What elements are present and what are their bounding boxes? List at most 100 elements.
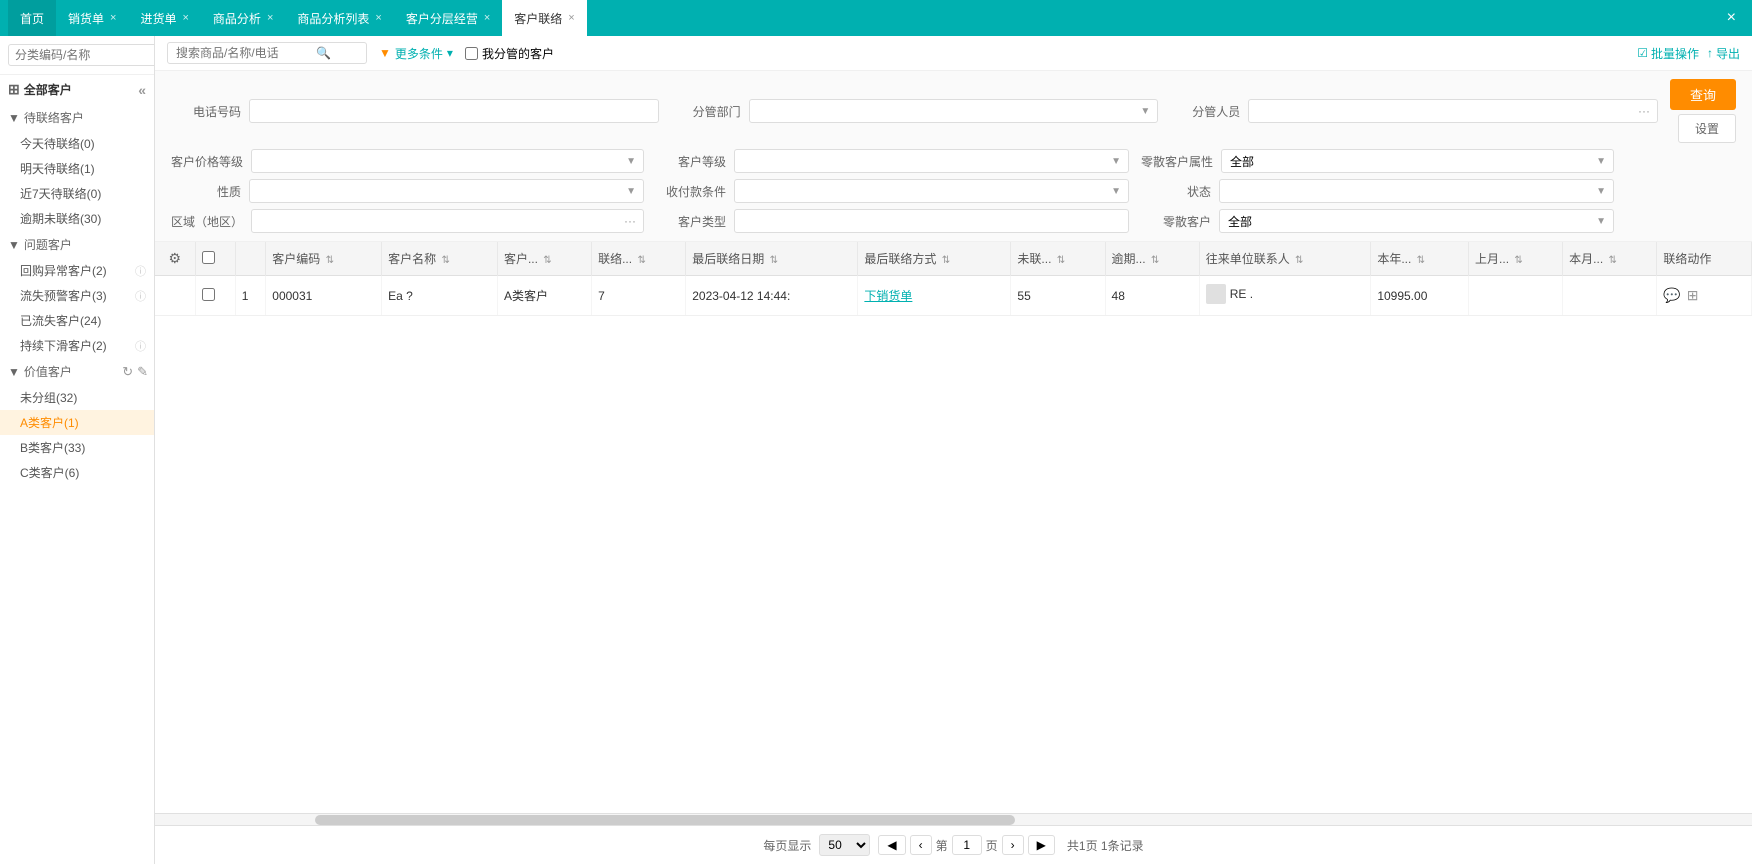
table-header-no-contact[interactable]: 未联... ⇅ xyxy=(1011,242,1105,276)
nav-tab-customer-contact[interactable]: 客户联络 × xyxy=(502,0,586,36)
customer-type-label: 客户类型 xyxy=(656,213,726,230)
table-header-overdue[interactable]: 逾期... ⇅ xyxy=(1105,242,1199,276)
sidebar-item-tomorrow[interactable]: 明天待联络(1) xyxy=(0,156,154,181)
nav-tab-home[interactable]: 首页 xyxy=(8,0,56,36)
next-page-button[interactable]: › xyxy=(1002,835,1024,855)
sidebar-section-value[interactable]: ▼ 价值客户 xyxy=(0,358,122,385)
my-customers-checkbox[interactable]: 我分管的客户 xyxy=(465,45,554,62)
sidebar-item-unclassified[interactable]: 未分组(32) xyxy=(0,385,154,410)
nature-input[interactable] xyxy=(249,179,644,203)
nav-tab-analysis-list-label: 商品分析列表 xyxy=(297,10,369,27)
export-button[interactable]: ↑ 导出 xyxy=(1707,45,1740,62)
nav-tab-analysis-list[interactable]: 商品分析列表 × xyxy=(285,0,393,36)
filter-bar: 🔍 ▼ 更多条件 ▾ 我分管的客户 ☑ 批量操作 ↑ 导出 xyxy=(155,36,1752,71)
nav-tab-sales-close[interactable]: × xyxy=(110,12,116,24)
page-number-input[interactable] xyxy=(952,835,982,855)
row-action-icons: 💬 ⊞ xyxy=(1663,287,1745,304)
table-header-this-month[interactable]: 本月... ⇅ xyxy=(1563,242,1657,276)
region-wrapper: ··· xyxy=(251,209,644,233)
table-header-contact-count[interactable]: 联络... ⇅ xyxy=(592,242,686,276)
sidebar-all-customers[interactable]: ⊞ 全部客户 « xyxy=(0,75,154,104)
nav-tab-analysis-close[interactable]: × xyxy=(267,12,273,24)
manager-input[interactable] xyxy=(1248,99,1658,123)
my-customers-check[interactable] xyxy=(465,47,478,60)
table-header-last-month[interactable]: 上月... ⇅ xyxy=(1469,242,1563,276)
contact-count-sort-icon: ⇅ xyxy=(637,255,645,266)
scrollbar-thumb[interactable] xyxy=(315,815,1015,825)
sidebar-item-today[interactable]: 今天待联络(0) xyxy=(0,131,154,156)
payment-wrapper: ▼ xyxy=(734,179,1129,203)
dept-input[interactable] xyxy=(749,99,1159,123)
page-size-select[interactable]: 50 100 200 xyxy=(819,834,870,856)
customer-type-input[interactable] xyxy=(734,209,1129,233)
more-conditions-button[interactable]: ▼ 更多条件 ▾ xyxy=(379,45,453,62)
sidebar-item-7days[interactable]: 近7天待联络(0) xyxy=(0,181,154,206)
nav-tab-analysis[interactable]: 商品分析 × xyxy=(201,0,285,36)
nav-tab-sales[interactable]: 销货单 × xyxy=(56,0,128,36)
refresh-icon[interactable]: ↻ xyxy=(122,364,133,380)
sidebar-item-c-class[interactable]: C类客户(6) xyxy=(0,460,154,485)
no-contact-header-label: 未联... xyxy=(1017,252,1051,266)
price-level-input[interactable] xyxy=(251,149,644,173)
company-contact-header-label: 往来单位联系人 xyxy=(1206,252,1290,266)
sidebar-collapse-button[interactable]: « xyxy=(138,82,146,98)
sidebar-item-b-class[interactable]: B类客户(33) xyxy=(0,435,154,460)
settings-button[interactable]: 设置 xyxy=(1678,114,1736,143)
row-last-type-value[interactable]: 下销货单 xyxy=(864,289,912,303)
table-header-last-date[interactable]: 最后联络日期 ⇅ xyxy=(686,242,858,276)
sidebar-item-overdue[interactable]: 逾期未联络(30) xyxy=(0,206,154,231)
scattered-attr-input[interactable] xyxy=(1221,149,1614,173)
nav-tab-analysis-list-close[interactable]: × xyxy=(375,12,381,24)
filter-field-scattered-attr: 零散客户属性 ▼ xyxy=(1141,149,1614,173)
query-button[interactable]: 查询 xyxy=(1670,79,1736,110)
nav-tab-customer-tier-label: 客户分层经营 xyxy=(406,10,478,27)
sidebar-item-abnormal[interactable]: 回购异常客户(2) ⓘ xyxy=(0,258,154,283)
sidebar-item-a-class[interactable]: A类客户(1) xyxy=(0,410,154,435)
close-all-tabs-button[interactable]: × xyxy=(1719,9,1744,27)
table-header-gear[interactable]: ⚙ xyxy=(155,242,195,276)
payment-input[interactable] xyxy=(734,179,1129,203)
row-select-checkbox[interactable] xyxy=(202,288,215,301)
nav-tab-purchase[interactable]: 进货单 × xyxy=(128,0,200,36)
code-header-label: 客户编码 xyxy=(272,252,320,266)
page-label: 第 xyxy=(936,837,948,854)
status-label: 状态 xyxy=(1141,183,1211,200)
table-header-company-contact[interactable]: 往来单位联系人 ⇅ xyxy=(1199,242,1371,276)
all-customers-label: 全部客户 xyxy=(24,81,72,98)
filter-search-input[interactable] xyxy=(176,46,316,60)
table-header-last-type[interactable]: 最后联络方式 ⇅ xyxy=(858,242,1011,276)
first-page-button[interactable]: ◀ xyxy=(878,835,905,855)
table-header-level[interactable]: 客户... ⇅ xyxy=(497,242,591,276)
horizontal-scrollbar[interactable] xyxy=(155,813,1752,825)
sidebar-item-warning[interactable]: 流失预警客户(3) ⓘ xyxy=(0,283,154,308)
message-icon[interactable]: 💬 xyxy=(1663,287,1680,304)
sidebar-search-input[interactable] xyxy=(8,44,155,66)
sidebar-item-lost[interactable]: 已流失客户(24) xyxy=(0,308,154,333)
nav-tab-purchase-close[interactable]: × xyxy=(182,12,188,24)
filter-search-icon[interactable]: 🔍 xyxy=(316,46,331,60)
table-header-code[interactable]: 客户编码 ⇅ xyxy=(266,242,382,276)
last-page-button[interactable]: ▶ xyxy=(1028,835,1055,855)
sidebar-section-problem[interactable]: ▼ 问题客户 xyxy=(0,231,154,258)
status-input[interactable] xyxy=(1219,179,1614,203)
nav-tab-customer-tier-close[interactable]: × xyxy=(484,12,490,24)
nav-tab-customer-tier[interactable]: 客户分层经营 × xyxy=(394,0,502,36)
edit-icon[interactable]: ✎ xyxy=(137,364,148,380)
prev-page-button[interactable]: ‹ xyxy=(910,835,932,855)
manager-label: 分管人员 xyxy=(1170,103,1240,120)
qr-icon[interactable]: ⊞ xyxy=(1687,287,1699,304)
region-input[interactable] xyxy=(251,209,644,233)
table-header-year-amount[interactable]: 本年... ⇅ xyxy=(1371,242,1469,276)
scattered-input[interactable] xyxy=(1219,209,1614,233)
row-last-type[interactable]: 下销货单 xyxy=(858,276,1011,316)
select-all-checkbox[interactable] xyxy=(202,251,215,264)
gear-icon[interactable]: ⚙ xyxy=(168,250,181,266)
sidebar-section-pending[interactable]: ▼ 待联络客户 xyxy=(0,104,154,131)
phone-input[interactable] xyxy=(249,99,659,123)
customer-level-input[interactable] xyxy=(734,149,1129,173)
table-header-name[interactable]: 客户名称 ⇅ xyxy=(382,242,498,276)
nav-tab-customer-contact-close[interactable]: × xyxy=(568,12,574,24)
sidebar-item-declining[interactable]: 持续下滑客户(2) ⓘ xyxy=(0,333,154,358)
batch-operation-button[interactable]: ☑ 批量操作 xyxy=(1637,45,1699,62)
filter-row-4: 区域（地区） ··· 客户类型 零散客户 ▼ xyxy=(171,209,1736,233)
